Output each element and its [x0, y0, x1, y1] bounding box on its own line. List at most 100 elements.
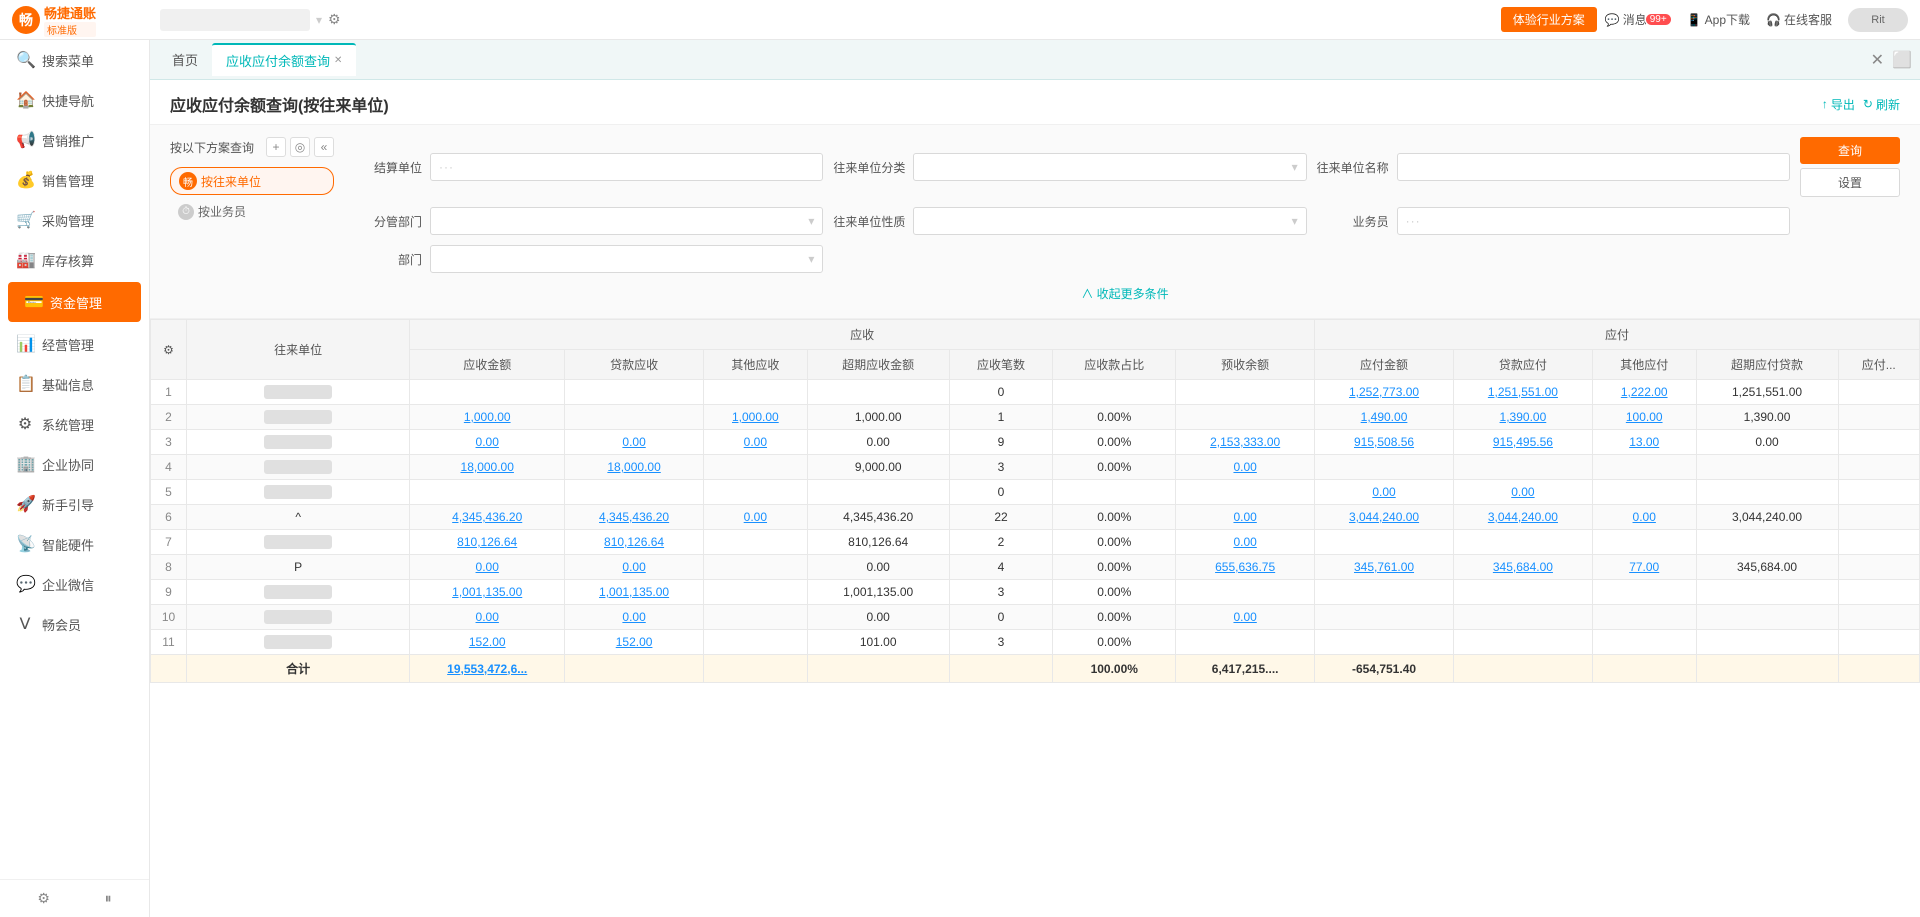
dropdown-arrow-icon[interactable]: ▾ [316, 13, 322, 27]
table-cell[interactable]: 810,126.64 [565, 530, 704, 555]
dept-input[interactable]: ▾ [430, 207, 823, 235]
table-cell[interactable] [1315, 630, 1454, 655]
sidebar-item-finance[interactable]: 💳 资金管理 [8, 282, 141, 322]
filter-option-unit[interactable]: 畅 按往来单位 [170, 167, 334, 195]
breadcrumb-input[interactable] [160, 9, 310, 31]
sidebar-item-member[interactable]: Ⅴ 畅会员 [0, 604, 149, 644]
table-cell[interactable] [704, 605, 808, 630]
experience-btn[interactable]: 体验行业方案 [1501, 7, 1597, 32]
table-cell[interactable]: 0.00 [1315, 480, 1454, 505]
table-cell[interactable]: 0.00 [704, 430, 808, 455]
table-cell[interactable]: 3,044,240.00 [1315, 505, 1454, 530]
table-cell[interactable] [1315, 455, 1454, 480]
table-cell[interactable] [704, 480, 808, 505]
table-cell[interactable]: 0.00 [1176, 505, 1315, 530]
table-cell[interactable]: 1,222.00 [1592, 380, 1696, 405]
app-download-btn[interactable]: 📱 App下载 [1687, 11, 1750, 28]
sidebar-item-purchase[interactable]: 🛒 采购管理 [0, 200, 149, 240]
filter-collapse-btn[interactable]: ∧ 收起更多条件 [350, 281, 1900, 306]
sidebar-item-enterprise[interactable]: 🏢 企业协同 [0, 444, 149, 484]
tab-home[interactable]: 首页 [158, 44, 212, 75]
table-cell[interactable] [1453, 605, 1592, 630]
sidebar-item-marketing[interactable]: 📢 营销推广 [0, 120, 149, 160]
table-cell[interactable]: 1,001,135.00 [565, 580, 704, 605]
settings-bottom-icon[interactable]: ⚙ [37, 890, 50, 907]
edit-scheme-btn[interactable]: ◎ [290, 137, 310, 157]
query-btn[interactable]: 查询 [1800, 137, 1900, 164]
table-cell[interactable] [1453, 455, 1592, 480]
table-cell[interactable]: 0.00 [410, 430, 565, 455]
unit-nature-input[interactable]: ▾ [913, 207, 1306, 235]
collapse-icon[interactable]: ⏸ [105, 890, 112, 907]
table-cell[interactable] [1453, 530, 1592, 555]
table-cell[interactable]: 0.00 [1176, 605, 1315, 630]
table-cell[interactable] [1592, 480, 1696, 505]
table-cell[interactable]: 0.00 [410, 555, 565, 580]
table-cell[interactable]: 100.00 [1592, 405, 1696, 430]
table-cell[interactable] [704, 380, 808, 405]
table-cell[interactable] [1592, 455, 1696, 480]
table-cell[interactable]: 4,345,436.20 [410, 505, 565, 530]
table-cell[interactable]: 1,000.00 [410, 405, 565, 430]
tab-query[interactable]: 应收应付余额查询 ✕ [212, 43, 356, 76]
table-cell[interactable] [1315, 605, 1454, 630]
table-cell[interactable] [1592, 530, 1696, 555]
table-cell[interactable]: 345,684.00 [1453, 555, 1592, 580]
table-cell[interactable]: 655,636.75 [1176, 555, 1315, 580]
settings-btn[interactable]: 设置 [1800, 168, 1900, 197]
filter-option-salesperson[interactable]: ⏱ 按业务员 [170, 199, 334, 224]
sidebar-item-quicknav[interactable]: 🏠 快捷导航 [0, 80, 149, 120]
table-cell[interactable]: 915,508.56 [1315, 430, 1454, 455]
messages-btn[interactable]: 💬 消息 99+ [1605, 11, 1671, 28]
table-cell[interactable] [1176, 580, 1315, 605]
table-cell[interactable]: 0.00 [1176, 530, 1315, 555]
table-settings-icon[interactable]: ⚙ [163, 343, 174, 357]
table-cell[interactable]: 2,153,333.00 [1176, 430, 1315, 455]
table-cell[interactable]: 345,761.00 [1315, 555, 1454, 580]
table-cell[interactable] [704, 580, 808, 605]
table-cell[interactable] [565, 405, 704, 430]
settings-gear-icon[interactable]: ⚙ [328, 11, 341, 28]
online-service-btn[interactable]: 🎧 在线客服 [1766, 11, 1832, 28]
table-cell[interactable]: 915,495.56 [1453, 430, 1592, 455]
salesperson-input[interactable]: ··· [1397, 207, 1790, 235]
sidebar-item-sales[interactable]: 💰 销售管理 [0, 160, 149, 200]
table-cell[interactable] [1315, 580, 1454, 605]
refresh-btn[interactable]: ↻ 刷新 [1863, 96, 1900, 113]
table-cell[interactable] [410, 380, 565, 405]
back-scheme-btn[interactable]: « [314, 137, 334, 157]
department-input[interactable]: ▾ [430, 245, 823, 273]
th-settings[interactable]: ⚙ [151, 320, 187, 380]
table-cell[interactable] [1592, 630, 1696, 655]
table-cell[interactable]: 13.00 [1592, 430, 1696, 455]
table-cell[interactable]: 152.00 [410, 630, 565, 655]
table-cell[interactable] [1176, 480, 1315, 505]
table-cell[interactable]: 1,490.00 [1315, 405, 1454, 430]
sidebar-item-inventory[interactable]: 🏭 库存核算 [0, 240, 149, 280]
table-cell[interactable] [1176, 405, 1315, 430]
table-cell[interactable]: 0.00 [1453, 480, 1592, 505]
table-cell[interactable]: 0.00 [565, 430, 704, 455]
table-cell[interactable] [1315, 530, 1454, 555]
table-cell[interactable]: 18,000.00 [565, 455, 704, 480]
table-cell[interactable] [1176, 380, 1315, 405]
table-cell[interactable]: 1,390.00 [1453, 405, 1592, 430]
table-cell[interactable] [704, 530, 808, 555]
tab-maximize-icon[interactable]: ⬜ [1892, 50, 1912, 70]
table-cell[interactable]: 18,000.00 [410, 455, 565, 480]
tab-close-icon[interactable]: ✕ [334, 55, 342, 66]
table-cell[interactable] [1176, 630, 1315, 655]
table-cell[interactable] [1592, 605, 1696, 630]
table-cell[interactable]: 0.00 [704, 505, 808, 530]
table-cell[interactable] [704, 555, 808, 580]
table-cell[interactable]: 1,000.00 [704, 405, 808, 430]
table-cell[interactable]: 810,126.64 [410, 530, 565, 555]
table-cell[interactable]: 0.00 [1176, 455, 1315, 480]
table-cell[interactable]: 1,252,773.00 [1315, 380, 1454, 405]
table-cell[interactable]: 0.00 [1592, 505, 1696, 530]
export-btn[interactable]: ↑ 导出 [1822, 96, 1855, 113]
sidebar-item-hardware[interactable]: 📡 智能硬件 [0, 524, 149, 564]
sidebar-item-guide[interactable]: 🚀 新手引导 [0, 484, 149, 524]
table-cell[interactable]: 152.00 [565, 630, 704, 655]
table-cell[interactable]: 77.00 [1592, 555, 1696, 580]
